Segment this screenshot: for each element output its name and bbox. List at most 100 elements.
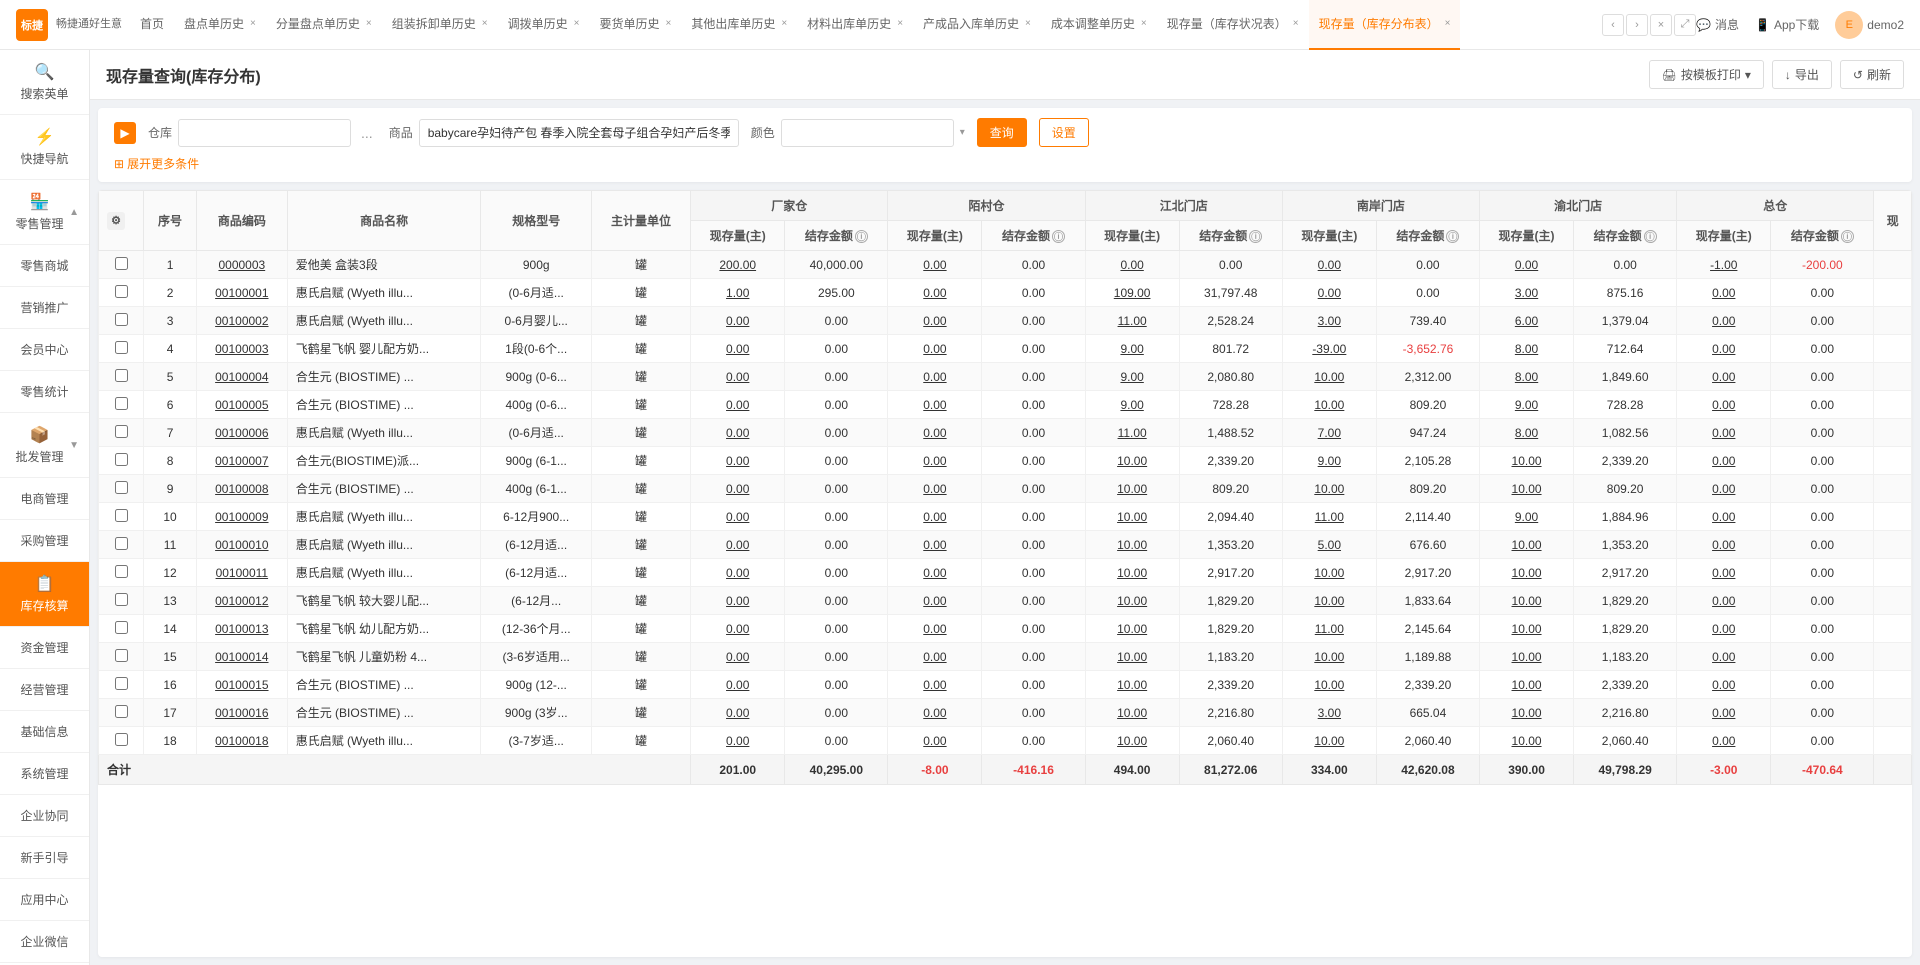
row-total-current[interactable]: 0.00 [1677,699,1771,727]
sidebar-item-retail-mall[interactable]: 零售商城 [0,245,89,287]
row-factory-current[interactable]: 0.00 [691,587,785,615]
row-factory-current[interactable]: 0.00 [691,307,785,335]
sidebar-item-wholesale[interactable]: 📦 批发管理 ▼ [0,413,89,478]
expand-conditions-btn[interactable]: ⊞ 展开更多条件 [114,155,199,172]
row-mountain-current[interactable]: 0.00 [888,699,982,727]
print-button[interactable]: 🖨 按模板打印 ▾ [1649,60,1764,89]
row-total-current[interactable]: 0.00 [1677,279,1771,307]
row-factory-current[interactable]: 0.00 [691,671,785,699]
row-mountain-current[interactable]: 0.00 [888,363,982,391]
row-nanan-current[interactable]: 10.00 [1282,671,1376,699]
row-checkbox[interactable] [99,363,144,391]
sidebar-item-ecommerce[interactable]: 电商管理 [0,478,89,520]
row-total-current[interactable]: 0.00 [1677,335,1771,363]
row-yubei-current[interactable]: 10.00 [1480,531,1574,559]
row-yubei-current[interactable]: 10.00 [1480,475,1574,503]
tab-8[interactable]: 产成品入库单历史× [913,0,1041,50]
row-nanan-current[interactable]: 10.00 [1282,727,1376,755]
message-btn[interactable]: 💬 消息 [1696,16,1739,33]
tab-9[interactable]: 成本调整单历史× [1041,0,1157,50]
row-yubei-current[interactable]: 8.00 [1480,363,1574,391]
row-nanan-current[interactable]: 3.00 [1282,307,1376,335]
row-total-current[interactable]: 0.00 [1677,391,1771,419]
row-mountain-current[interactable]: 0.00 [888,615,982,643]
goods-input[interactable] [419,119,739,147]
row-mountain-current[interactable]: 0.00 [888,503,982,531]
row-jiangbei-current[interactable]: 9.00 [1085,391,1179,419]
row-yubei-current[interactable]: 8.00 [1480,335,1574,363]
row-mountain-current[interactable]: 0.00 [888,587,982,615]
tab-7[interactable]: 材料出库单历史× [797,0,913,50]
settings-button[interactable]: 设置 [1039,118,1089,147]
row-mountain-current[interactable]: 0.00 [888,335,982,363]
row-checkbox[interactable] [99,391,144,419]
refresh-button[interactable]: ↺ 刷新 [1840,60,1904,89]
row-total-current[interactable]: 0.00 [1677,643,1771,671]
row-checkbox[interactable] [99,531,144,559]
row-factory-current[interactable]: 0.00 [691,447,785,475]
row-code[interactable]: 00100008 [196,475,287,503]
row-code[interactable]: 00100006 [196,419,287,447]
sidebar-item-enterprise[interactable]: 企业协同 [0,795,89,837]
color-input[interactable] [781,119,954,147]
row-total-current[interactable]: 0.00 [1677,503,1771,531]
row-jiangbei-current[interactable]: 10.00 [1085,447,1179,475]
tab-3[interactable]: 组装拆卸单历史× [382,0,498,50]
sidebar-item-search[interactable]: 🔍 搜索英单 [0,50,89,115]
row-total-current[interactable]: 0.00 [1677,671,1771,699]
tab-5[interactable]: 要货单历史× [589,0,681,50]
row-yubei-current[interactable]: 9.00 [1480,391,1574,419]
tab-6[interactable]: 其他出库单历史× [681,0,797,50]
tab-1[interactable]: 盘点单历史× [174,0,266,50]
tab-home[interactable]: 首页 [130,0,174,50]
row-yubei-current[interactable]: 6.00 [1480,307,1574,335]
nav-prev[interactable]: ‹ [1602,14,1624,36]
row-factory-current[interactable]: 0.00 [691,727,785,755]
row-total-current[interactable]: 0.00 [1677,363,1771,391]
tab-4[interactable]: 调拨单历史× [498,0,590,50]
row-nanan-current[interactable]: 10.00 [1282,391,1376,419]
row-nanan-current[interactable]: 10.00 [1282,363,1376,391]
row-checkbox[interactable] [99,615,144,643]
tab-2[interactable]: 分量盘点单历史× [266,0,382,50]
sidebar-item-finance[interactable]: 资金管理 [0,627,89,669]
row-mountain-current[interactable]: 0.00 [888,475,982,503]
row-yubei-current[interactable]: 10.00 [1480,615,1574,643]
sidebar-item-quick-nav[interactable]: ⚡ 快捷导航 [0,115,89,180]
row-total-current[interactable]: 0.00 [1677,727,1771,755]
row-jiangbei-current[interactable]: 10.00 [1085,559,1179,587]
row-total-current[interactable]: 0.00 [1677,447,1771,475]
row-factory-current[interactable]: 0.00 [691,335,785,363]
collapse-arrow[interactable]: ▶ [114,122,136,144]
row-checkbox[interactable] [99,559,144,587]
row-checkbox[interactable] [99,503,144,531]
row-code[interactable]: 0000003 [196,251,287,279]
row-mountain-current[interactable]: 0.00 [888,531,982,559]
query-button[interactable]: 查询 [977,118,1027,147]
row-jiangbei-current[interactable]: 10.00 [1085,671,1179,699]
row-yubei-current[interactable]: 0.00 [1480,251,1574,279]
tab-11-active[interactable]: 现存量（库存分布表）× [1309,0,1461,50]
row-total-current[interactable]: 0.00 [1677,615,1771,643]
row-checkbox[interactable] [99,251,144,279]
row-factory-current[interactable]: 0.00 [691,503,785,531]
row-factory-current[interactable]: 0.00 [691,363,785,391]
row-factory-current[interactable]: 0.00 [691,419,785,447]
row-total-current[interactable]: 0.00 [1677,419,1771,447]
row-checkbox[interactable] [99,587,144,615]
user-menu[interactable]: E demo2 [1835,11,1904,39]
row-checkbox[interactable] [99,279,144,307]
sidebar-item-inventory[interactable]: 📋 库存核算 [0,562,89,627]
row-factory-current[interactable]: 0.00 [691,531,785,559]
row-yubei-current[interactable]: 10.00 [1480,699,1574,727]
row-jiangbei-current[interactable]: 10.00 [1085,615,1179,643]
row-factory-current[interactable]: 0.00 [691,615,785,643]
nav-next[interactable]: › [1626,14,1648,36]
row-code[interactable]: 00100009 [196,503,287,531]
row-yubei-current[interactable]: 10.00 [1480,727,1574,755]
row-jiangbei-current[interactable]: 10.00 [1085,699,1179,727]
row-nanan-current[interactable]: 10.00 [1282,587,1376,615]
row-jiangbei-current[interactable]: 10.00 [1085,503,1179,531]
row-jiangbei-current[interactable]: 9.00 [1085,363,1179,391]
row-mountain-current[interactable]: 0.00 [888,419,982,447]
